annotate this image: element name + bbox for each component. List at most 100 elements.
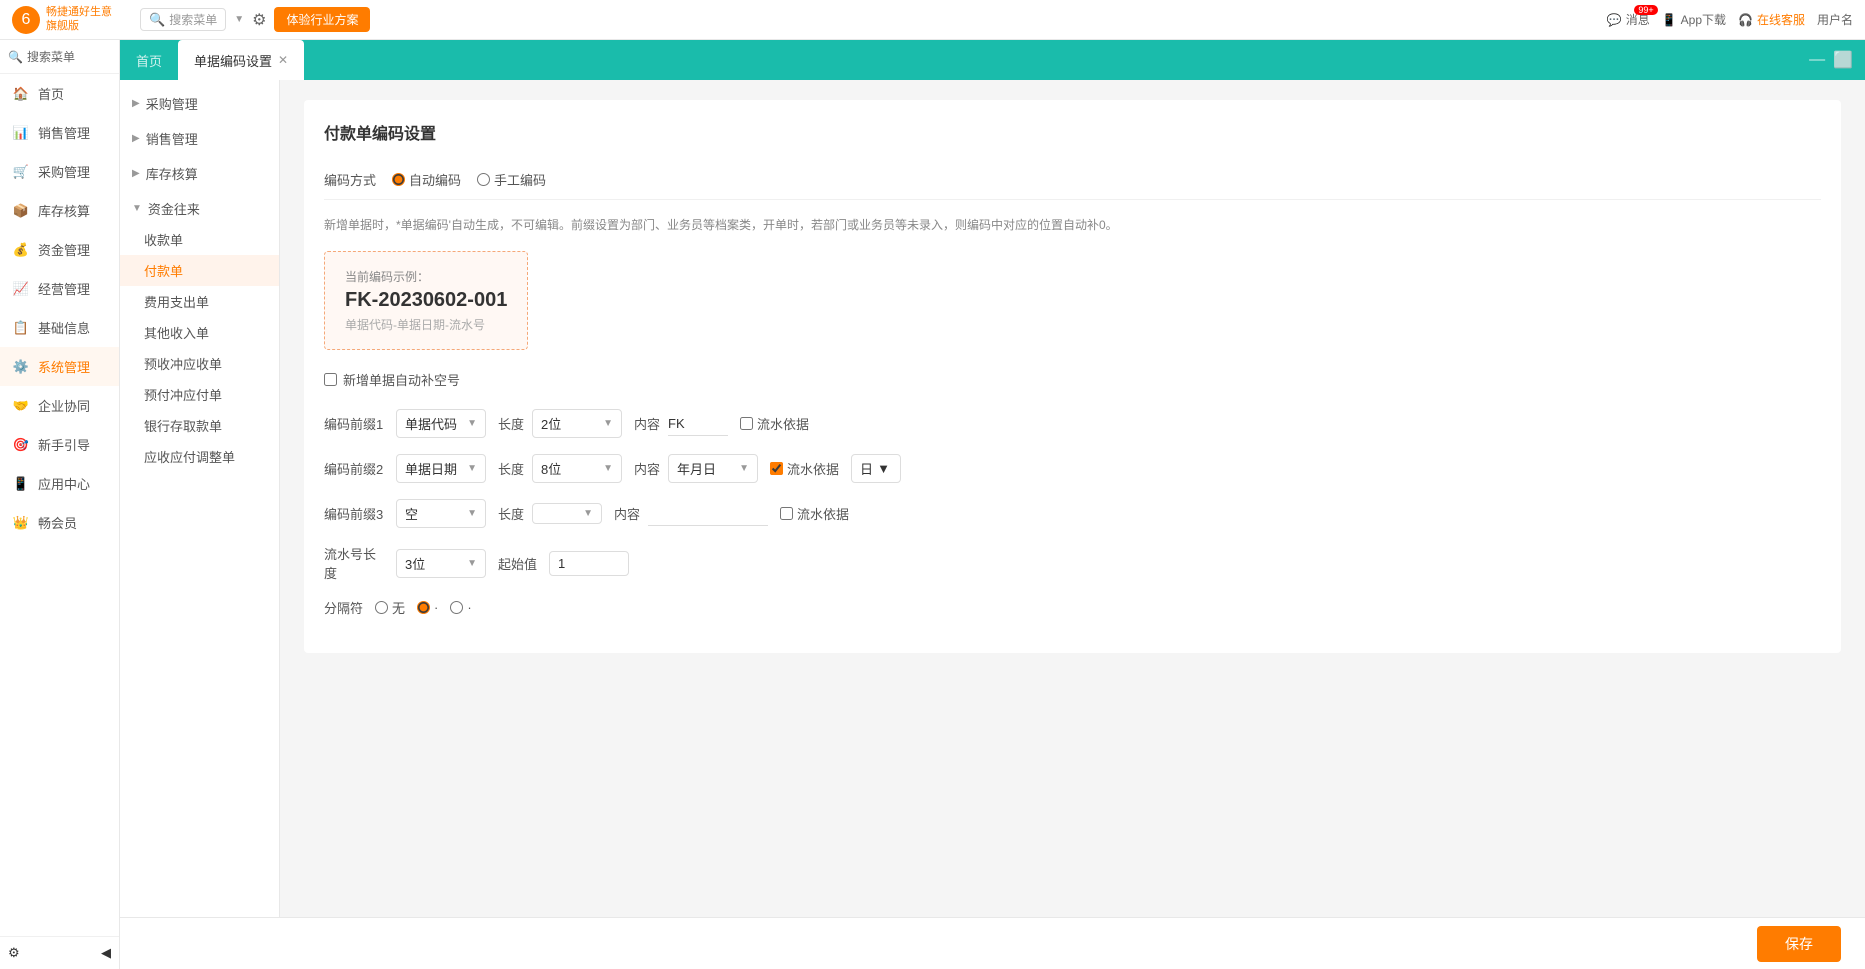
sidebar-settings-icon[interactable]: ⚙ xyxy=(8,945,20,961)
sidebar-item-guide[interactable]: 🎯 新手引导 xyxy=(0,425,119,464)
sep-dot2-option[interactable]: · xyxy=(450,600,471,615)
prefix3-length-select[interactable]: ▼ xyxy=(532,503,602,524)
prefix3-select[interactable]: 空 ▼ xyxy=(396,499,486,528)
prefix1-length-select[interactable]: 2位 ▼ xyxy=(532,409,622,438)
sep-dot2-radio[interactable] xyxy=(450,601,463,614)
auto-encode-radio[interactable] xyxy=(392,173,405,186)
sidebar-item-system[interactable]: ⚙️ 系统管理 xyxy=(0,347,119,386)
subnav-group-finance-title[interactable]: ▼ 资金往来 xyxy=(120,193,279,224)
search-box[interactable]: 🔍 搜索菜单 xyxy=(140,8,226,31)
sidebar-item-corp[interactable]: 🤝 企业协同 xyxy=(0,386,119,425)
prefix2-serial-checkbox[interactable]: 流水依据 xyxy=(770,459,839,478)
prefix2-content-label: 内容 xyxy=(634,459,660,478)
sidebar-item-purchase[interactable]: 🛒 采购管理 xyxy=(0,152,119,191)
user-info[interactable]: 用户名 xyxy=(1817,11,1853,28)
length-chevron-icon: ▼ xyxy=(603,418,613,429)
prefix2-content-select[interactable]: 年月日 ▼ xyxy=(668,454,758,483)
sidebar-bottom: ⚙ ◀ xyxy=(0,936,119,969)
separator-options: 无 · · xyxy=(375,598,472,617)
prefix3-serial-checkbox[interactable]: 流水依据 xyxy=(780,504,849,523)
manual-encode-radio[interactable] xyxy=(477,173,490,186)
tab-home[interactable]: 首页 xyxy=(120,40,178,80)
prefix3-label: 编码前缀3 xyxy=(324,504,384,523)
trial-button[interactable]: 体验行业方案 xyxy=(274,7,370,32)
tab-minimize-button[interactable]: — xyxy=(1809,51,1825,69)
sidebar-item-member[interactable]: 👑 畅会员 xyxy=(0,503,119,542)
sep-none-radio[interactable] xyxy=(375,601,388,614)
subnav-item-expense[interactable]: 费用支出单 xyxy=(120,286,279,317)
sep-none-option[interactable]: 无 xyxy=(375,598,405,617)
search-icon: 🔍 xyxy=(149,12,165,28)
sidebar-item-operation[interactable]: 📈 经营管理 xyxy=(0,269,119,308)
prefix2-serial-unit-select[interactable]: 日 ▼ xyxy=(851,454,901,483)
serial-length-label: 流水号长度 xyxy=(324,544,384,582)
subnav-item-payment[interactable]: 付款单 xyxy=(120,255,279,286)
serial-length-chevron-icon: ▼ xyxy=(467,558,477,569)
prefix1-select[interactable]: 单据代码 ▼ xyxy=(396,409,486,438)
prefix2-select[interactable]: 单据日期 ▼ xyxy=(396,454,486,483)
subnav-group-sales-title[interactable]: ▶ 销售管理 xyxy=(120,123,279,154)
subnav-group-inventory-title[interactable]: ▶ 库存核算 xyxy=(120,158,279,189)
member-icon: 👑 xyxy=(12,514,30,532)
sidebar-item-home[interactable]: 🏠 首页 xyxy=(0,74,119,113)
sidebar-item-sales[interactable]: 📊 销售管理 xyxy=(0,113,119,152)
prefix3-serial-check[interactable] xyxy=(780,507,793,520)
autofill-checkbox[interactable] xyxy=(324,373,337,386)
subnav-item-pre-receive[interactable]: 预收冲应收单 xyxy=(120,348,279,379)
app-download-button[interactable]: 📱 App下载 xyxy=(1662,11,1726,28)
manual-encode-option[interactable]: 手工编码 xyxy=(477,170,546,189)
home-icon: 🏠 xyxy=(12,85,30,103)
tab-maximize-button[interactable]: ⬜ xyxy=(1833,50,1853,70)
serial-start-label: 起始值 xyxy=(498,554,537,573)
finance-icon: 💰 xyxy=(12,241,30,259)
subnav-item-bank[interactable]: 银行存取款单 xyxy=(120,410,279,441)
sidebar-item-app-center[interactable]: 📱 应用中心 xyxy=(0,464,119,503)
encode-mode-row: 编码方式 自动编码 手工编码 xyxy=(324,160,1821,200)
subnav-item-receipt[interactable]: 收款单 xyxy=(120,224,279,255)
message-button[interactable]: 💬 消息 99+ xyxy=(1607,11,1650,28)
subnav-item-adjust[interactable]: 应收应付调整单 xyxy=(120,441,279,472)
sidebar-item-base[interactable]: 📋 基础信息 xyxy=(0,308,119,347)
prefix1-serial-checkbox[interactable]: 流水依据 xyxy=(740,414,809,433)
auto-encode-option[interactable]: 自动编码 xyxy=(392,170,461,189)
sidebar-search[interactable]: 🔍 搜索菜单 xyxy=(0,40,119,74)
sep-dot2-label: · xyxy=(467,600,471,615)
page-main: 付款单编码设置 编码方式 自动编码 手工编码 xyxy=(280,80,1865,917)
search-label: 搜索菜单 xyxy=(27,48,75,65)
sidebar-item-inventory[interactable]: 📦 库存核算 xyxy=(0,191,119,230)
main-layout: 🔍 搜索菜单 🏠 首页 📊 销售管理 🛒 采购管理 📦 库存核算 💰 资金管理 … xyxy=(0,40,1865,969)
serial-start-input[interactable] xyxy=(549,551,629,576)
subnav-item-pre-pay[interactable]: 预付冲应付单 xyxy=(120,379,279,410)
tab-bar-actions: — ⬜ xyxy=(1809,50,1865,70)
base-icon: 📋 xyxy=(12,319,30,337)
subnav-item-other-income[interactable]: 其他收入单 xyxy=(120,317,279,348)
save-button[interactable]: 保存 xyxy=(1757,926,1841,962)
subnav-group-label: 采购管理 xyxy=(146,94,198,113)
chevron-right-icon: ▶ xyxy=(132,98,140,109)
sep-dot-option[interactable]: · xyxy=(417,600,438,615)
topbar: 6 畅捷通好生意 旗舰版 🔍 搜索菜单 ▼ ⚙ 体验行业方案 💬 消息 99+ … xyxy=(0,0,1865,40)
prefix2-chevron-icon: ▼ xyxy=(467,463,477,474)
search-placeholder: 搜索菜单 xyxy=(169,11,217,28)
topbar-right: 💬 消息 99+ 📱 App下载 🎧 在线客服 用户名 xyxy=(1607,11,1853,28)
serial-length-select[interactable]: 3位 ▼ xyxy=(396,549,486,578)
subnav-group-purchase-title[interactable]: ▶ 采购管理 xyxy=(120,88,279,119)
online-service-button[interactable]: 🎧 在线客服 xyxy=(1738,11,1805,28)
sidebar-item-finance[interactable]: 💰 资金管理 xyxy=(0,230,119,269)
prefix2-content-group: 内容 年月日 ▼ xyxy=(634,454,758,483)
prefix2-length-select[interactable]: 8位 ▼ xyxy=(532,454,622,483)
settings-icon[interactable]: ⚙ xyxy=(252,10,266,30)
sidebar-item-label: 经营管理 xyxy=(38,279,90,298)
tab-close-icon[interactable]: ✕ xyxy=(278,53,288,67)
prefix2-serial-check[interactable] xyxy=(770,462,783,475)
prefix1-serial-check[interactable] xyxy=(740,417,753,430)
sidebar-collapse-icon[interactable]: ◀ xyxy=(101,945,111,961)
prefix1-chevron-icon: ▼ xyxy=(467,418,477,429)
subnav-group-purchase: ▶ 采购管理 xyxy=(120,88,279,119)
tab-encode-settings[interactable]: 单据编码设置 ✕ xyxy=(178,40,304,80)
serial-unit-chevron-icon: ▼ xyxy=(877,461,890,476)
sep-dot-radio[interactable] xyxy=(417,601,430,614)
logo-text: 畅捷通好生意 旗舰版 xyxy=(46,6,112,32)
prefix2-length-value: 8位 xyxy=(541,459,561,478)
prefix3-length-group: 长度 ▼ xyxy=(498,503,602,524)
